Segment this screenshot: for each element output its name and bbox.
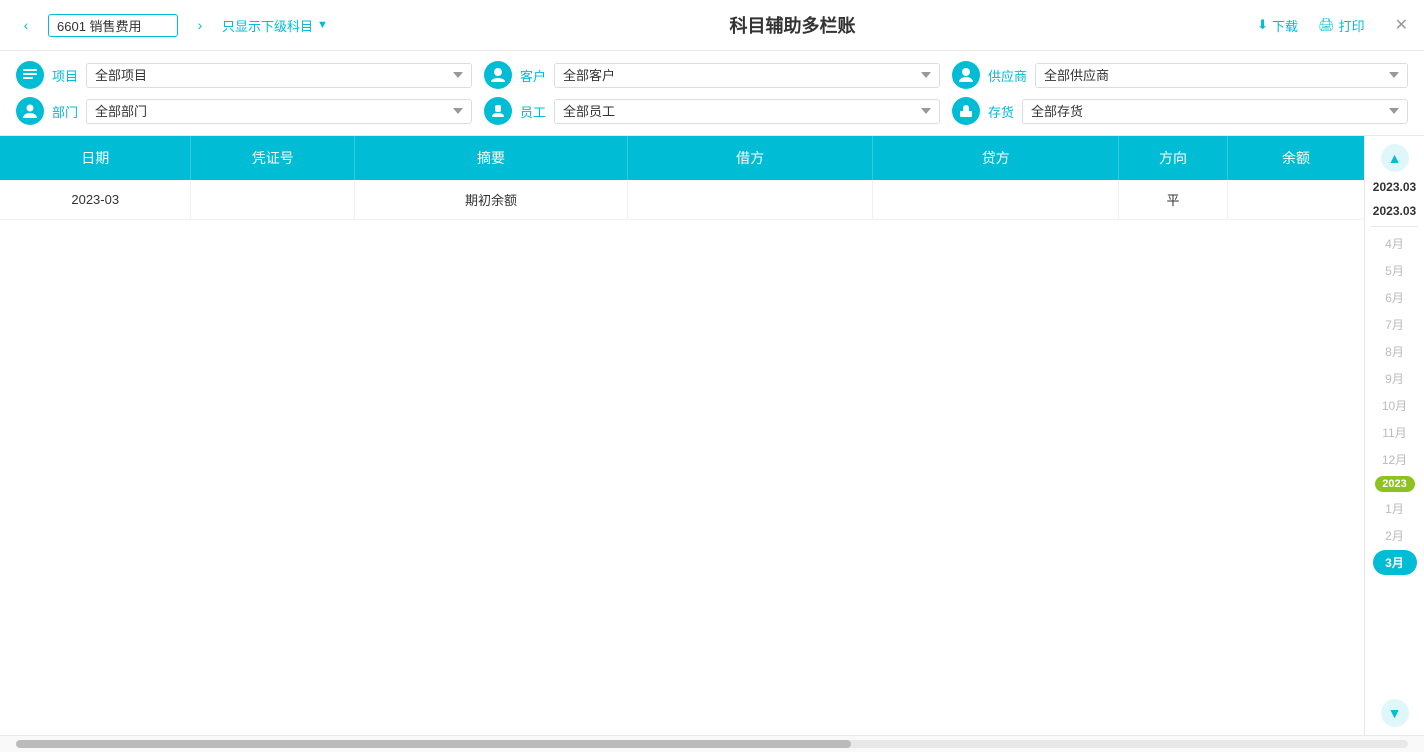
- filter-supplier: 供应商 全部供应商: [952, 61, 1408, 89]
- print-label: 打印: [1339, 16, 1365, 35]
- department-label: 部门: [52, 102, 78, 121]
- filter-employee: 员工 全部员工: [484, 97, 940, 125]
- filter-department: 部门 全部部门: [16, 97, 472, 125]
- timeline-item[interactable]: 10月: [1365, 393, 1424, 418]
- data-table: 日期 凭证号 摘要 借方 贷方 方向 余额 2023-03 期初余额 平: [0, 136, 1364, 220]
- filter-inventory: 存货 全部存货: [952, 97, 1408, 125]
- filter-customer: 客户 全部客户: [484, 61, 940, 89]
- inventory-icon: [952, 97, 980, 125]
- supplier-label: 供应商: [988, 66, 1027, 85]
- table-row[interactable]: 2023-03 期初余额 平: [0, 180, 1364, 220]
- col-debit: 借方: [627, 136, 873, 180]
- scrollbar-thumb: [16, 740, 851, 748]
- chevron-down-icon: ▼: [317, 19, 328, 31]
- timeline-item[interactable]: 2023.03: [1365, 200, 1424, 222]
- title-bar: ‹ › 只显示下级科目 ▼ 科目辅助多栏账 ⬇ 下载 🖨 打印 ✕: [0, 0, 1424, 51]
- timeline-down-button[interactable]: ▼: [1381, 699, 1409, 727]
- show-sub-label: 只显示下级科目: [222, 16, 313, 35]
- col-credit: 贷方: [873, 136, 1119, 180]
- timeline-item[interactable]: 2023: [1375, 476, 1415, 492]
- timeline-item[interactable]: 2月: [1365, 523, 1424, 548]
- download-icon: ⬇: [1257, 17, 1268, 33]
- horizontal-scrollbar[interactable]: [16, 740, 1408, 748]
- timeline-item[interactable]: 4月: [1365, 231, 1424, 256]
- download-button[interactable]: ⬇ 下载: [1257, 16, 1298, 35]
- employee-label: 员工: [520, 102, 546, 121]
- col-summary: 摘要: [355, 136, 628, 180]
- col-balance: 余额: [1228, 136, 1364, 180]
- project-label: 项目: [52, 66, 78, 85]
- timeline-panel: ▲ 2023.032023.034月5月6月7月8月9月10月11月12月202…: [1364, 136, 1424, 735]
- table-wrapper: 日期 凭证号 摘要 借方 贷方 方向 余额 2023-03 期初余额 平 ▲: [0, 136, 1424, 735]
- filter-project: 项目 全部项目: [16, 61, 472, 89]
- timeline-item[interactable]: 8月: [1365, 339, 1424, 364]
- inventory-label: 存货: [988, 102, 1014, 121]
- prev-account-button[interactable]: ‹: [16, 17, 36, 33]
- department-select[interactable]: 全部部门: [86, 99, 472, 124]
- timeline-item[interactable]: 11月: [1365, 420, 1424, 445]
- table-cell: [191, 180, 355, 220]
- title-actions: ⬇ 下载 🖨 打印 ✕: [1257, 15, 1408, 35]
- timeline-item[interactable]: 1月: [1365, 496, 1424, 521]
- project-icon: [16, 61, 44, 89]
- table-main[interactable]: 日期 凭证号 摘要 借方 贷方 方向 余额 2023-03 期初余额 平: [0, 136, 1364, 735]
- customer-icon: [484, 61, 512, 89]
- customer-label: 客户: [520, 66, 546, 85]
- employee-select[interactable]: 全部员工: [554, 99, 940, 124]
- download-label: 下载: [1272, 16, 1298, 35]
- supplier-select[interactable]: 全部供应商: [1035, 63, 1408, 88]
- bottom-scrollbar-area[interactable]: [0, 735, 1424, 752]
- timeline-item[interactable]: 7月: [1365, 312, 1424, 337]
- col-direction: 方向: [1118, 136, 1227, 180]
- page-title: 科目辅助多栏账: [340, 12, 1245, 38]
- timeline-item[interactable]: 5月: [1365, 258, 1424, 283]
- col-date: 日期: [0, 136, 191, 180]
- show-sub-accounts-toggle[interactable]: 只显示下级科目 ▼: [222, 16, 328, 35]
- table-cell: [1228, 180, 1364, 220]
- print-icon: 🖨: [1318, 17, 1335, 33]
- supplier-icon: [952, 61, 980, 89]
- timeline-item[interactable]: 3月: [1373, 550, 1417, 575]
- timeline-item[interactable]: 9月: [1365, 366, 1424, 391]
- department-icon: [16, 97, 44, 125]
- table-cell: 期初余额: [355, 180, 628, 220]
- col-voucher: 凭证号: [191, 136, 355, 180]
- table-cell: [627, 180, 873, 220]
- print-button[interactable]: 🖨 打印: [1318, 16, 1365, 35]
- inventory-select[interactable]: 全部存货: [1022, 99, 1408, 124]
- timeline-up-button[interactable]: ▲: [1381, 144, 1409, 172]
- timeline-items: 2023.032023.03 4月5月6月7月8月9月10月11月12月 2023 1…: [1365, 176, 1424, 695]
- table-cell: 2023-03: [0, 180, 191, 220]
- account-code-input[interactable]: [48, 14, 178, 37]
- timeline-item[interactable]: 6月: [1365, 285, 1424, 310]
- main-window: ‹ › 只显示下级科目 ▼ 科目辅助多栏账 ⬇ 下载 🖨 打印 ✕: [0, 0, 1424, 752]
- table-cell: 平: [1118, 180, 1227, 220]
- table-cell: [873, 180, 1119, 220]
- timeline-item[interactable]: 2023.03: [1365, 176, 1424, 198]
- timeline-item[interactable]: 12月: [1365, 447, 1424, 472]
- table-header-row: 日期 凭证号 摘要 借方 贷方 方向 余额: [0, 136, 1364, 180]
- next-account-button[interactable]: ›: [190, 17, 210, 33]
- filter-bar: 项目 全部项目 客户 全部客户 供应商: [0, 51, 1424, 136]
- employee-icon: [484, 97, 512, 125]
- project-select[interactable]: 全部项目: [86, 63, 472, 88]
- close-button[interactable]: ✕: [1395, 15, 1408, 35]
- customer-select[interactable]: 全部客户: [554, 63, 940, 88]
